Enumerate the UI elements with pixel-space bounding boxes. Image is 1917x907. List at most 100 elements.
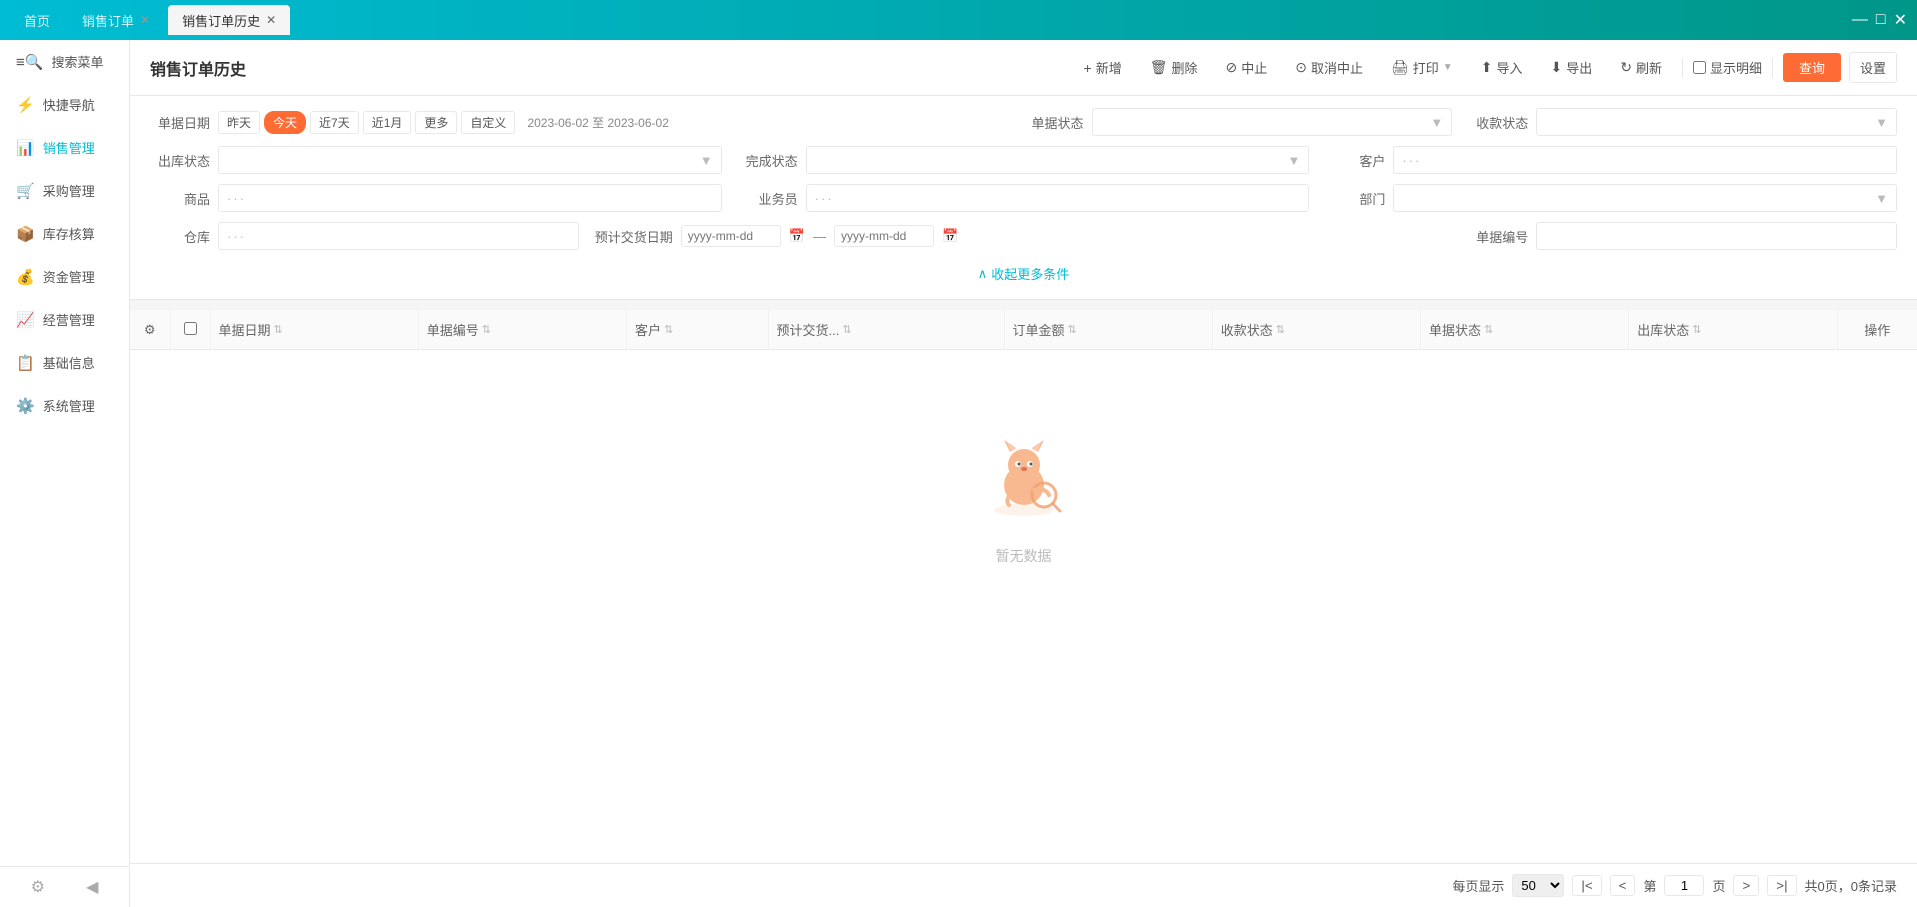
empty-state: 暂无数据	[130, 350, 1917, 646]
goods-input[interactable]: ···	[218, 184, 722, 212]
th-stock-status-sort[interactable]: 出库状态 ⇅	[1637, 320, 1828, 339]
date-btn-7days[interactable]: 近7天	[310, 111, 359, 134]
window-close-icon[interactable]: ✕	[1894, 10, 1907, 30]
toolbar-divider-2	[1772, 58, 1773, 78]
dept-label: 部门	[1325, 189, 1385, 208]
th-customer-label: 客户	[635, 320, 661, 339]
payment-status-select[interactable]: ▼	[1536, 108, 1897, 136]
th-payment-status-sort[interactable]: 收款状态 ⇅	[1221, 320, 1412, 339]
select-all-checkbox[interactable]	[184, 322, 197, 335]
th-customer-sort[interactable]: 客户 ⇅	[635, 320, 760, 339]
sidebar-item-search[interactable]: ≡🔍 搜索菜单	[0, 40, 129, 83]
tab-home[interactable]: 首页	[10, 5, 64, 35]
complete-select[interactable]: ▼	[806, 146, 1310, 174]
maximize-icon[interactable]: □	[1876, 11, 1886, 29]
show-detail-label[interactable]: 显示明细	[1693, 58, 1762, 77]
close-tab-sales-order-icon[interactable]: ✕	[140, 13, 150, 27]
last-page-button[interactable]: >|	[1767, 875, 1796, 896]
prev-page-button[interactable]: <	[1610, 875, 1636, 896]
date-btn-today[interactable]: 今天	[264, 111, 306, 134]
content-area: 销售订单历史 + 新增 🗑 删除 ⊘ 中止 ⊙	[130, 40, 1917, 907]
calendar-from-icon[interactable]: 📅	[789, 228, 805, 244]
th-amount-sort-icon: ⇅	[1068, 323, 1077, 336]
th-checkbox[interactable]	[170, 310, 210, 350]
salesperson-input[interactable]: ···	[806, 184, 1310, 212]
expected-date-from-input[interactable]	[681, 225, 781, 247]
th-expected-date-sort[interactable]: 预计交货... ⇅	[777, 320, 996, 339]
customer-input[interactable]: ···	[1393, 146, 1897, 174]
bill-status-select[interactable]: ▼	[1092, 108, 1453, 136]
th-expected-date-sort-icon: ⇅	[842, 323, 851, 336]
expected-date-to-input[interactable]	[834, 225, 934, 247]
first-page-button[interactable]: |<	[1572, 875, 1601, 896]
th-amount-sort[interactable]: 订单金额 ⇅	[1013, 320, 1204, 339]
filter-complete-status: 完成状态 ▼	[738, 146, 1310, 174]
stop-button[interactable]: ⊘ 中止	[1216, 53, 1278, 82]
th-bill-status-sort[interactable]: 单据状态 ⇅	[1429, 320, 1620, 339]
date-btn-yesterday[interactable]: 昨天	[218, 111, 260, 134]
th-action: 操作	[1837, 310, 1917, 350]
page-size-select[interactable]: 10 20 50 100	[1512, 874, 1564, 897]
settings-column-icon[interactable]: ⚙	[144, 322, 156, 337]
th-stock-status[interactable]: 出库状态 ⇅	[1629, 310, 1837, 350]
th-bill-no-sort[interactable]: 单据编号 ⇅	[427, 320, 618, 339]
date-btn-custom[interactable]: 自定义	[461, 111, 515, 134]
th-customer[interactable]: 客户 ⇅	[626, 310, 768, 350]
toolbar: + 新增 🗑 删除 ⊘ 中止 ⊙ 取消中止	[1074, 52, 1898, 83]
add-button[interactable]: + 新增	[1074, 53, 1132, 82]
warehouse-input[interactable]: ···	[218, 222, 579, 250]
th-bill-no[interactable]: 单据编号 ⇅	[418, 310, 626, 350]
sidebar-item-quick-nav[interactable]: ⚡ 快捷导航	[0, 83, 129, 126]
tab-sales-order-history[interactable]: 销售订单历史 ✕	[168, 5, 290, 35]
finance-icon: 💰	[16, 268, 35, 286]
sidebar-item-purchase-label: 采购管理	[43, 181, 95, 200]
sidebar-item-purchase[interactable]: 🛒 采购管理	[0, 169, 129, 212]
delete-button[interactable]: 🗑 删除	[1140, 53, 1208, 82]
show-detail-checkbox[interactable]	[1693, 61, 1706, 74]
minimize-icon[interactable]: —	[1852, 11, 1868, 29]
page-number-input[interactable]	[1664, 875, 1704, 896]
sidebar-settings-icon[interactable]: ⚙	[31, 877, 45, 897]
th-date[interactable]: 单据日期 ⇅	[210, 310, 418, 350]
sidebar-collapse-icon[interactable]: ◀	[86, 877, 98, 897]
expected-date-label: 预计交货日期	[595, 227, 673, 246]
next-page-button[interactable]: >	[1733, 875, 1759, 896]
tab-sales-order-label: 销售订单	[82, 11, 134, 30]
cancel-stop-button[interactable]: ⊙ 取消中止	[1285, 53, 1373, 82]
collapse-row[interactable]: ∧ 收起更多条件	[150, 260, 1897, 287]
tab-sales-order[interactable]: 销售订单 ✕	[68, 5, 164, 35]
filter-row-1: 单据日期 昨天 今天 近7天 近1月 更多 自定义 2023-06-02 至 2…	[150, 108, 1897, 136]
sidebar-item-system[interactable]: ⚙️ 系统管理	[0, 384, 129, 427]
import-label: 导入	[1496, 58, 1522, 77]
sidebar-item-basic-info[interactable]: 📋 基础信息	[0, 341, 129, 384]
stock-out-select[interactable]: ▼	[218, 146, 722, 174]
date-btn-more[interactable]: 更多	[415, 111, 457, 134]
sidebar-item-finance[interactable]: 💰 资金管理	[0, 255, 129, 298]
query-button[interactable]: 查询	[1783, 53, 1841, 82]
th-date-label: 单据日期	[219, 320, 271, 339]
calendar-to-icon[interactable]: 📅	[942, 228, 958, 244]
th-expected-date[interactable]: 预计交货... ⇅	[768, 310, 1004, 350]
bill-no-input[interactable]	[1536, 222, 1897, 250]
close-tab-sales-order-history-icon[interactable]: ✕	[266, 13, 276, 27]
th-bill-status[interactable]: 单据状态 ⇅	[1421, 310, 1629, 350]
th-settings[interactable]: ⚙	[130, 310, 170, 350]
print-button[interactable]: 🖨 打印 ▼	[1381, 53, 1463, 82]
date-btn-1month[interactable]: 近1月	[363, 111, 412, 134]
refresh-button[interactable]: ↻ 刷新	[1610, 53, 1672, 82]
sidebar-item-sales[interactable]: 📊 销售管理	[0, 126, 129, 169]
show-detail-text: 显示明细	[1710, 58, 1762, 77]
bill-no-label: 单据编号	[1468, 227, 1528, 246]
settings-button[interactable]: 设置	[1849, 52, 1897, 83]
sidebar-item-inventory[interactable]: 📦 库存核算	[0, 212, 129, 255]
export-button[interactable]: ⬇ 导出	[1540, 53, 1602, 82]
dept-dropdown-icon: ▼	[1875, 191, 1888, 206]
dept-select[interactable]: ▼	[1393, 184, 1897, 212]
main-layout: ≡🔍 搜索菜单 ⚡ 快捷导航 📊 销售管理 🛒 采购管理 📦 库存核算 💰 资金…	[0, 40, 1917, 907]
filter-bill-status: 单据状态 ▼	[1024, 108, 1453, 136]
sidebar-item-operation[interactable]: 📈 经营管理	[0, 298, 129, 341]
th-payment-status[interactable]: 收款状态 ⇅	[1212, 310, 1420, 350]
th-date-sort[interactable]: 单据日期 ⇅	[219, 320, 410, 339]
import-button[interactable]: ⬆ 导入	[1471, 53, 1533, 82]
th-amount[interactable]: 订单金额 ⇅	[1004, 310, 1212, 350]
